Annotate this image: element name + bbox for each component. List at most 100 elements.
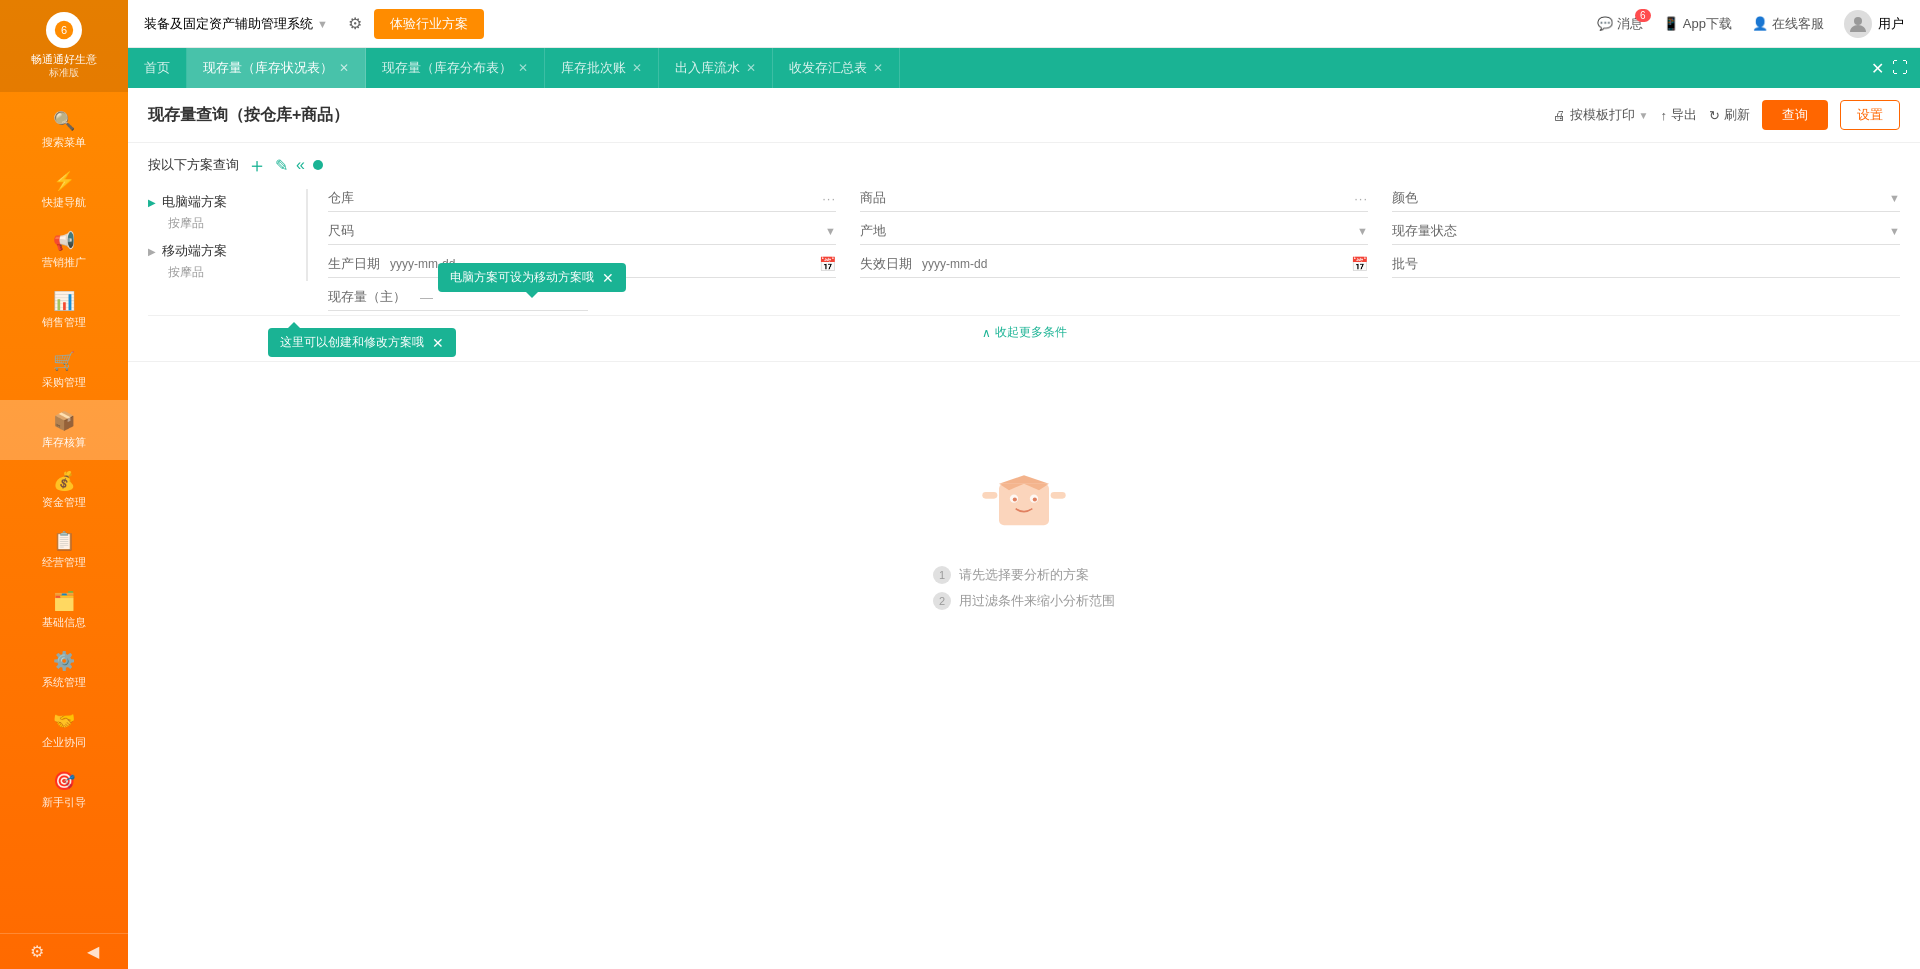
sales-icon: 📊 xyxy=(53,290,75,312)
add-scheme-btn[interactable]: ＋ xyxy=(247,155,267,175)
system-name: 装备及固定资产辅助管理系统 xyxy=(144,15,313,33)
sidebar-item-marketing[interactable]: 📢 营销推广 xyxy=(0,220,128,280)
sidebar-item-label: 企业协同 xyxy=(42,735,86,750)
system-select[interactable]: 装备及固定资产辅助管理系统 ▼ xyxy=(144,15,328,33)
tooltip-scheme-mobile: 电脑方案可设为移动方案哦 ✕ xyxy=(438,263,626,292)
tab-inventory-status[interactable]: 现存量（库存状况表） ✕ xyxy=(187,48,366,88)
scheme-block: ▶ 电脑端方案 按摩品 ▶ 移动端方案 按摩品 xyxy=(148,189,308,281)
tab-inventory-dist[interactable]: 现存量（库存分布表） ✕ xyxy=(366,48,545,88)
export-btn[interactable]: ↑ 导出 xyxy=(1661,106,1698,124)
print-btn[interactable]: 🖨 按模板打印 ▼ xyxy=(1553,106,1649,124)
scheme-mobile-label: 移动端方案 xyxy=(162,242,227,260)
page-actions: 🖨 按模板打印 ▼ ↑ 导出 ↻ 刷新 查询 设置 xyxy=(1553,100,1900,130)
close-icon[interactable]: ✕ xyxy=(746,61,756,75)
inventory-amount-label: 现存量（主） xyxy=(328,288,406,306)
sidebar-item-label: 销售管理 xyxy=(42,315,86,330)
scheme-item-desktop[interactable]: ▶ 电脑端方案 xyxy=(148,189,290,215)
svg-rect-8 xyxy=(982,492,997,499)
scheme-sub-item1[interactable]: 按摩品 xyxy=(148,215,290,232)
message-badge: 6 xyxy=(1635,9,1651,22)
service-label: 在线客服 xyxy=(1772,15,1824,33)
size-chevron-btn[interactable]: ▼ xyxy=(825,225,836,237)
page-header: 现存量查询（按仓库+商品） 🖨 按模板打印 ▼ ↑ 导出 ↻ 刷新 xyxy=(128,88,1920,143)
purchase-icon: 🛒 xyxy=(53,350,75,372)
color-chevron-btn[interactable]: ▼ xyxy=(1889,192,1900,204)
filter-grid-area: 仓库 ··· 商品 ··· xyxy=(328,189,1900,311)
svg-point-2 xyxy=(1854,17,1862,25)
app-download-btn[interactable]: 📱 App下载 xyxy=(1663,15,1732,33)
topbar: 装备及固定资产辅助管理系统 ▼ ⚙ 体验行业方案 💬 消息 6 📱 App下载 … xyxy=(128,0,1920,48)
collapse-sidebar-btn[interactable]: ◀ xyxy=(87,942,99,961)
tooltip2-text: 这里可以创建和修改方案哦 xyxy=(280,334,424,351)
tooltip-close-btn[interactable]: ✕ xyxy=(602,270,614,286)
close-icon[interactable]: ✕ xyxy=(632,61,642,75)
tab-inout-flow[interactable]: 出入库流水 ✕ xyxy=(659,48,773,88)
sidebar-item-label: 新手引导 xyxy=(42,795,86,810)
settings-page-btn[interactable]: 设置 xyxy=(1840,100,1900,130)
operation-icon: 📋 xyxy=(53,530,75,552)
tab-batch-ledger-label: 库存批次账 xyxy=(561,59,626,77)
product-dots-btn[interactable]: ··· xyxy=(1354,191,1368,206)
tooltip2-close-btn[interactable]: ✕ xyxy=(432,335,444,351)
connector-dot xyxy=(313,160,323,170)
messages-btn[interactable]: 💬 消息 6 xyxy=(1597,15,1643,33)
expiry-date-input[interactable] xyxy=(922,257,1343,271)
close-all-tabs-btn[interactable]: ✕ xyxy=(1871,59,1884,78)
inventory-status-label: 现存量状态 xyxy=(1392,222,1457,240)
page-inner: 现存量查询（按仓库+商品） 🖨 按模板打印 ▼ ↑ 导出 ↻ 刷新 xyxy=(128,88,1920,969)
sidebar-item-operation[interactable]: 📋 经营管理 xyxy=(0,520,128,580)
color-label: 颜色 xyxy=(1392,189,1418,207)
online-service-btn[interactable]: 👤 在线客服 xyxy=(1752,15,1824,33)
hint-number-2: 2 xyxy=(933,592,951,610)
sidebar-item-search[interactable]: 🔍 搜索菜单 xyxy=(0,100,128,160)
topbar-right: 💬 消息 6 📱 App下载 👤 在线客服 用户 xyxy=(1597,10,1904,38)
close-icon[interactable]: ✕ xyxy=(339,61,349,75)
fullscreen-btn[interactable]: ⛶ xyxy=(1892,59,1908,77)
sidebar-item-guide[interactable]: 🎯 新手引导 xyxy=(0,760,128,820)
sidebar-item-system[interactable]: ⚙️ 系统管理 xyxy=(0,640,128,700)
tabbar-actions: ✕ ⛶ xyxy=(1859,48,1920,88)
field-color: 颜色 ▼ xyxy=(1392,189,1900,212)
main-content: 装备及固定资产辅助管理系统 ▼ ⚙ 体验行业方案 💬 消息 6 📱 App下载 … xyxy=(128,0,1920,969)
warehouse-label: 仓库 xyxy=(328,189,354,207)
back-btn[interactable]: « xyxy=(296,156,305,174)
field-warehouse: 仓库 ··· xyxy=(328,189,836,212)
trial-btn[interactable]: 体验行业方案 xyxy=(374,9,484,39)
settings-footer-btn[interactable]: ⚙ xyxy=(30,942,44,961)
origin-chevron-btn[interactable]: ▼ xyxy=(1357,225,1368,237)
search-btn[interactable]: 查询 xyxy=(1762,100,1828,130)
sidebar-item-finance[interactable]: 💰 资金管理 xyxy=(0,460,128,520)
tab-home[interactable]: 首页 xyxy=(128,48,187,88)
edit-scheme-btn[interactable]: ✎ xyxy=(275,156,288,175)
tab-batch-ledger[interactable]: 库存批次账 ✕ xyxy=(545,48,659,88)
sidebar-item-label: 采购管理 xyxy=(42,375,86,390)
filter-label: 按以下方案查询 xyxy=(148,156,239,174)
sidebar-item-enterprise[interactable]: 🤝 企业协同 xyxy=(0,700,128,760)
marketing-icon: 📢 xyxy=(53,230,75,252)
sidebar-item-sales[interactable]: 📊 销售管理 xyxy=(0,280,128,340)
close-icon[interactable]: ✕ xyxy=(518,61,528,75)
warehouse-dots-btn[interactable]: ··· xyxy=(822,191,836,206)
tooltip-text: 电脑方案可设为移动方案哦 xyxy=(450,269,594,286)
search-icon: 🔍 xyxy=(53,110,75,132)
user-menu[interactable]: 用户 xyxy=(1844,10,1904,38)
close-icon[interactable]: ✕ xyxy=(873,61,883,75)
avatar xyxy=(1844,10,1872,38)
tabbar: 首页 现存量（库存状况表） ✕ 现存量（库存分布表） ✕ 库存批次账 ✕ 出入库… xyxy=(128,48,1920,88)
sidebar-item-quicknav[interactable]: ⚡ 快捷导航 xyxy=(0,160,128,220)
export-label: 导出 xyxy=(1671,106,1697,124)
gear-icon[interactable]: ⚙ xyxy=(348,14,362,33)
inventory-status-chevron-btn[interactable]: ▼ xyxy=(1889,225,1900,237)
scheme-sub-item2[interactable]: 按摩品 xyxy=(148,264,290,281)
prod-date-calendar-icon[interactable]: 📅 xyxy=(819,256,836,272)
origin-label: 产地 xyxy=(860,222,886,240)
prod-date-label: 生产日期 xyxy=(328,255,380,273)
refresh-btn[interactable]: ↻ 刷新 xyxy=(1709,106,1750,124)
sidebar-item-inventory[interactable]: 📦 库存核算 xyxy=(0,400,128,460)
batch-label: 批号 xyxy=(1392,255,1418,273)
expiry-date-calendar-icon[interactable]: 📅 xyxy=(1351,256,1368,272)
sidebar-item-basic[interactable]: 🗂️ 基础信息 xyxy=(0,580,128,640)
scheme-item-mobile[interactable]: ▶ 移动端方案 xyxy=(148,238,290,264)
tab-collect-summary[interactable]: 收发存汇总表 ✕ xyxy=(773,48,900,88)
sidebar-item-purchase[interactable]: 🛒 采购管理 xyxy=(0,340,128,400)
